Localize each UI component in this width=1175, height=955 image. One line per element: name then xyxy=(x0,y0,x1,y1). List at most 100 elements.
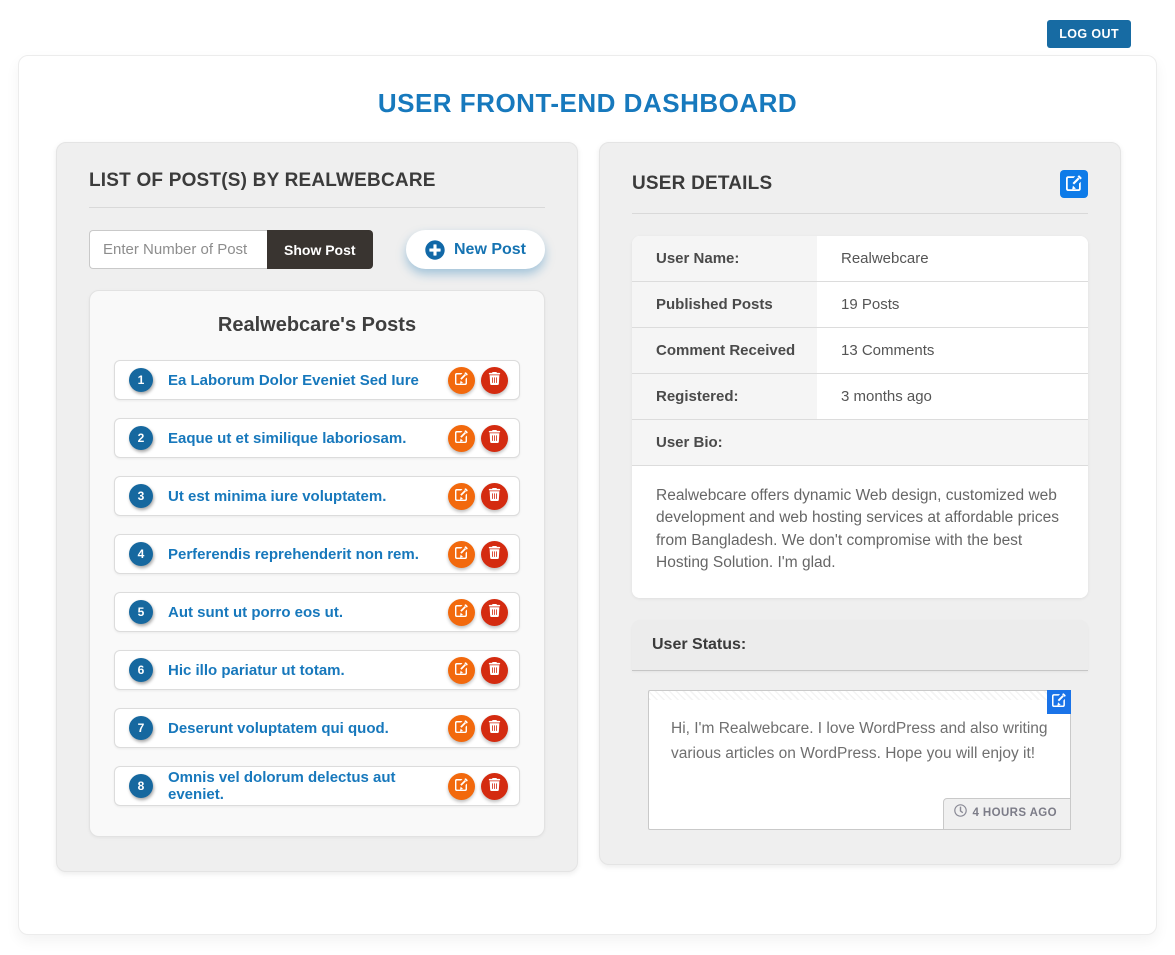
detail-label: Registered: xyxy=(632,374,817,419)
divider xyxy=(89,207,545,208)
edit-icon xyxy=(455,720,468,736)
post-title-link[interactable]: Perferendis reprehenderit non rem. xyxy=(168,546,442,563)
delete-post-button[interactable] xyxy=(481,425,508,452)
edit-post-button[interactable] xyxy=(448,773,475,800)
panels-row: LIST OF POST(S) BY REALWEBCARE Show Post… xyxy=(56,142,1121,872)
post-title-link[interactable]: Deserunt voluptatem qui quod. xyxy=(168,720,442,737)
edit-icon xyxy=(455,488,468,504)
plus-circle-icon xyxy=(425,240,445,260)
post-number-badge: 8 xyxy=(129,774,153,798)
show-post-button[interactable]: Show Post xyxy=(267,230,373,269)
post-title-link[interactable]: Hic illo pariatur ut totam. xyxy=(168,662,442,679)
user-bio-label: User Bio: xyxy=(632,420,1088,466)
posts-panel: LIST OF POST(S) BY REALWEBCARE Show Post… xyxy=(56,142,578,872)
user-status-heading: User Status: xyxy=(632,620,1088,671)
edit-icon xyxy=(455,778,468,794)
delete-post-button[interactable] xyxy=(481,599,508,626)
dashboard-container: USER FRONT-END DASHBOARD LIST OF POST(S)… xyxy=(18,55,1157,935)
post-title-link[interactable]: Ut est minima iure voluptatem. xyxy=(168,488,442,505)
delete-post-button[interactable] xyxy=(481,367,508,394)
detail-label: Published Posts xyxy=(632,282,817,327)
post-list-item: 6 Hic illo pariatur ut totam. xyxy=(114,650,520,690)
new-post-label: New Post xyxy=(454,241,526,259)
posts-list: 1 Ea Laborum Dolor Eveniet Sed Iure xyxy=(114,360,520,806)
user-status-text: Hi, I'm Realwebcare. I love WordPress an… xyxy=(671,720,1048,763)
logout-button[interactable]: LOG OUT xyxy=(1047,20,1131,48)
edit-post-button[interactable] xyxy=(448,483,475,510)
post-title-link[interactable]: Eaque ut et similique laboriosam. xyxy=(168,430,442,447)
post-title-link[interactable]: Aut sunt ut porro eos ut. xyxy=(168,604,442,621)
show-post-input-group: Show Post xyxy=(89,230,373,269)
user-details-panel: USER DETAILS User Name: Realwebcare xyxy=(599,142,1121,865)
clock-icon xyxy=(954,804,967,824)
edit-icon xyxy=(455,430,468,446)
detail-row: User Name: Realwebcare xyxy=(632,236,1088,282)
trash-icon xyxy=(488,546,501,562)
trash-icon xyxy=(488,720,501,736)
post-title-link[interactable]: Omnis vel dolorum delectus aut eveniet. xyxy=(168,769,442,803)
posts-card: Realwebcare's Posts 1 Ea Laborum Dolor E… xyxy=(89,290,545,837)
status-timestamp-text: 4 HOURS AGO xyxy=(973,804,1058,823)
post-list-item: 7 Deserunt voluptatem qui quod. xyxy=(114,708,520,748)
post-number-badge: 4 xyxy=(129,542,153,566)
post-list-item: 5 Aut sunt ut porro eos ut. xyxy=(114,592,520,632)
edit-icon xyxy=(455,662,468,678)
post-number-badge: 3 xyxy=(129,484,153,508)
detail-value: 13 Comments xyxy=(817,328,1088,373)
trash-icon xyxy=(488,778,501,794)
delete-post-button[interactable] xyxy=(481,715,508,742)
detail-row: Registered: 3 months ago xyxy=(632,374,1088,420)
detail-value: Realwebcare xyxy=(817,236,1088,281)
post-number-badge: 6 xyxy=(129,658,153,682)
detail-value: 19 Posts xyxy=(817,282,1088,327)
trash-icon xyxy=(488,372,501,388)
divider xyxy=(632,213,1088,214)
edit-post-button[interactable] xyxy=(448,367,475,394)
edit-user-details-button[interactable] xyxy=(1060,170,1088,198)
post-list-item: 3 Ut est minima iure voluptatem. xyxy=(114,476,520,516)
post-number-badge: 1 xyxy=(129,368,153,392)
detail-label: Comment Received xyxy=(632,328,817,373)
page-title: USER FRONT-END DASHBOARD xyxy=(19,88,1156,119)
user-status-section: Hi, I'm Realwebcare. I love WordPress an… xyxy=(632,671,1088,830)
delete-post-button[interactable] xyxy=(481,657,508,684)
trash-icon xyxy=(488,488,501,504)
new-post-button[interactable]: New Post xyxy=(406,230,545,269)
edit-status-button[interactable] xyxy=(1047,690,1071,714)
user-status-box: Hi, I'm Realwebcare. I love WordPress an… xyxy=(648,690,1071,830)
detail-label: User Name: xyxy=(632,236,817,281)
detail-value: 3 months ago xyxy=(817,374,1088,419)
user-bio-text: Realwebcare offers dynamic Web design, c… xyxy=(632,466,1088,598)
delete-post-button[interactable] xyxy=(481,483,508,510)
post-number-input[interactable] xyxy=(89,230,267,269)
posts-panel-heading: LIST OF POST(S) BY REALWEBCARE xyxy=(89,170,545,192)
edit-post-button[interactable] xyxy=(448,425,475,452)
user-details-table: User Name: Realwebcare Published Posts 1… xyxy=(632,236,1088,598)
detail-row: Published Posts 19 Posts xyxy=(632,282,1088,328)
edit-icon xyxy=(1066,175,1082,194)
user-details-header: USER DETAILS xyxy=(632,170,1088,198)
post-number-badge: 2 xyxy=(129,426,153,450)
posts-card-title: Realwebcare's Posts xyxy=(114,314,520,337)
trash-icon xyxy=(488,430,501,446)
post-number-badge: 7 xyxy=(129,716,153,740)
trash-icon xyxy=(488,604,501,620)
post-list-item: 4 Perferendis reprehenderit non rem. xyxy=(114,534,520,574)
edit-post-button[interactable] xyxy=(448,541,475,568)
user-details-heading: USER DETAILS xyxy=(632,173,772,195)
edit-icon xyxy=(1052,693,1066,710)
edit-post-button[interactable] xyxy=(448,715,475,742)
user-details-rows: User Name: Realwebcare Published Posts 1… xyxy=(632,236,1088,420)
post-title-link[interactable]: Ea Laborum Dolor Eveniet Sed Iure xyxy=(168,372,442,389)
edit-post-button[interactable] xyxy=(448,599,475,626)
edit-post-button[interactable] xyxy=(448,657,475,684)
detail-row: Comment Received 13 Comments xyxy=(632,328,1088,374)
post-list-item: 1 Ea Laborum Dolor Eveniet Sed Iure xyxy=(114,360,520,400)
edit-icon xyxy=(455,604,468,620)
post-list-item: 2 Eaque ut et similique laboriosam. xyxy=(114,418,520,458)
status-timestamp-badge: 4 HOURS AGO xyxy=(943,798,1072,830)
posts-controls: Show Post New Post xyxy=(89,230,545,269)
delete-post-button[interactable] xyxy=(481,773,508,800)
post-number-badge: 5 xyxy=(129,600,153,624)
delete-post-button[interactable] xyxy=(481,541,508,568)
